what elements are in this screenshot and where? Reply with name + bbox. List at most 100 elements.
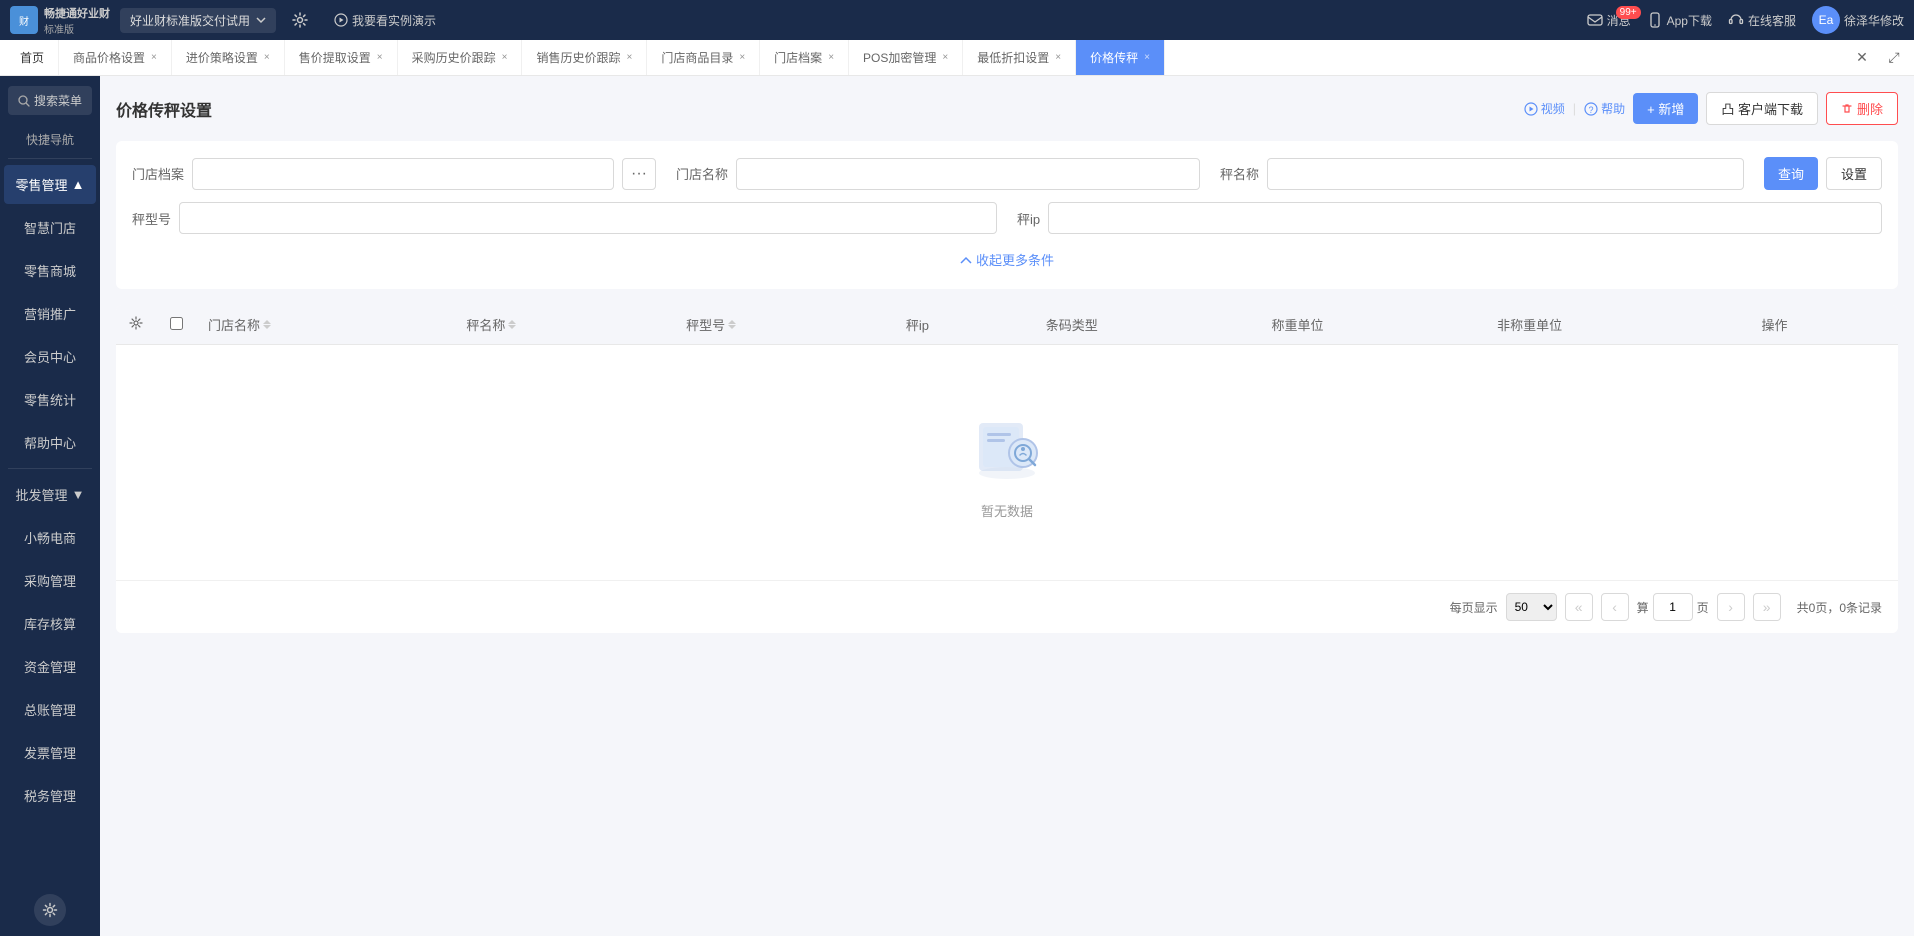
tab-close-sale-history[interactable]: × [626, 52, 632, 63]
tab-close-price-settings[interactable]: × [151, 52, 157, 63]
sidebar-item-retail[interactable]: 零售管理 ▲ [4, 165, 96, 204]
sidebar-item-help[interactable]: 帮助中心 [4, 423, 96, 462]
version-selector[interactable]: 好业财标准版交付试用 [120, 8, 276, 33]
first-page-button[interactable]: « [1565, 593, 1593, 621]
collapse-label: 收起更多条件 [976, 250, 1054, 269]
tab-price-settings[interactable]: 商品价格设置 × [59, 40, 172, 76]
video-button[interactable]: 视频 [1524, 100, 1565, 117]
tab-price-scale[interactable]: 价格传秤 × [1076, 40, 1165, 76]
settings-icon [42, 902, 58, 918]
empty-state: 暂无数据 [116, 345, 1898, 580]
store-file-input[interactable] [192, 158, 614, 190]
sidebar-item-retail-mall[interactable]: 零售商城 [4, 251, 96, 290]
select-all-checkbox[interactable] [170, 317, 183, 330]
tab-expand-button[interactable]: ⤢ [1880, 44, 1908, 72]
gear-icon [292, 12, 308, 28]
tab-close-price-scale[interactable]: × [1144, 52, 1150, 63]
tab-close-button[interactable]: ✕ [1848, 44, 1876, 72]
app-logo-icon: 财 [10, 6, 38, 34]
sidebar-item-retail-stats[interactable]: 零售统计 [4, 380, 96, 419]
sidebar-item-inventory[interactable]: 库存核算 [4, 604, 96, 643]
sidebar-item-ledger[interactable]: 总账管理 [4, 690, 96, 729]
chevron-up-icon [960, 256, 972, 264]
video-icon [1524, 102, 1538, 116]
tab-home[interactable]: 首页 [6, 40, 59, 76]
scale-ip-input[interactable] [1048, 202, 1882, 234]
tab-store-catalog[interactable]: 门店商品目录 × [647, 40, 760, 76]
sidebar-item-smart-store[interactable]: 智慧门店 [4, 208, 96, 247]
last-page-button[interactable]: » [1753, 593, 1781, 621]
add-button[interactable]: + 新增 [1633, 93, 1698, 124]
sidebar-item-purchase[interactable]: 采购管理 [4, 561, 96, 600]
tab-close-sale-extract[interactable]: × [377, 52, 383, 63]
pagination-bar: 每页显示 10 20 50 100 « ‹ 算 页 › » 共0页，0条记录 [116, 580, 1898, 633]
message-badge: 99+ [1616, 6, 1641, 19]
sort-scale-model[interactable]: 秤型号 [686, 315, 882, 334]
next-page-button[interactable]: › [1717, 593, 1745, 621]
page-title: 价格传秤设置 [116, 97, 212, 121]
sidebar-item-finance[interactable]: 资金管理 [4, 647, 96, 686]
app-download-button[interactable]: App下载 [1647, 12, 1712, 29]
store-file-dots-button[interactable]: ··· [622, 158, 656, 190]
sidebar-item-wholesale[interactable]: 批发管理 ▼ [4, 475, 96, 514]
sidebar-quick-nav[interactable]: 快捷导航 [0, 125, 100, 154]
th-scale-model: 秤型号 [674, 305, 894, 345]
sort-store-name[interactable]: 门店名称 [208, 315, 442, 334]
sidebar-gear-button[interactable] [34, 894, 66, 926]
scale-model-input[interactable] [179, 202, 997, 234]
delete-button[interactable]: 删除 [1826, 92, 1898, 125]
content-area: 价格传秤设置 视频 | ? 帮助 [100, 76, 1914, 936]
search-menu-button[interactable]: 搜索菜单 [8, 86, 92, 115]
tab-close-min-discount[interactable]: × [1055, 52, 1061, 63]
user-menu-button[interactable]: Ea 徐泽华修改 [1812, 6, 1904, 34]
message-button[interactable]: 消息 99+ [1587, 12, 1631, 29]
per-page-select[interactable]: 10 20 50 100 [1506, 593, 1557, 621]
retail-label: 零售管理 [16, 175, 68, 194]
video-label: 视频 [1541, 100, 1565, 117]
tab-pos-manage[interactable]: POS加密管理 × [849, 40, 963, 76]
wholesale-label: 批发管理 [16, 485, 68, 504]
tab-close-purchase-strategy[interactable]: × [264, 52, 270, 63]
main-layout: 搜索菜单 快捷导航 零售管理 ▲ 智慧门店 零售商城 营销推广 会员中心 零售统… [0, 76, 1914, 936]
tab-close-store-files[interactable]: × [828, 52, 834, 63]
page-number-input[interactable] [1653, 593, 1693, 621]
filter-row-1: 门店档案 ··· 门店名称 秤名称 查询 设置 [132, 157, 1882, 190]
sidebar-item-invoice[interactable]: 发票管理 [4, 733, 96, 772]
tab-close-pos-manage[interactable]: × [942, 52, 948, 63]
table-wrapper: 门店名称 秤名称 [116, 305, 1898, 345]
th-barcode-type: 条码类型 [1034, 305, 1260, 345]
mobile-icon [1647, 12, 1663, 28]
tab-store-files[interactable]: 门店档案 × [760, 40, 849, 76]
tab-sale-extract[interactable]: 售价提取设置 × [285, 40, 398, 76]
sort-scale-name[interactable]: 秤名称 [466, 315, 662, 334]
help-button[interactable]: ? 帮助 [1584, 100, 1625, 117]
sidebar-item-tax[interactable]: 税务管理 [4, 776, 96, 815]
scale-name-input[interactable] [1267, 158, 1744, 190]
online-service-button[interactable]: 在线客服 [1728, 12, 1796, 29]
scale-ip-label: 秤ip [1017, 209, 1040, 228]
sidebar-divider-2 [8, 468, 92, 469]
tab-close-store-catalog[interactable]: × [739, 52, 745, 63]
tab-purchase-history[interactable]: 采购历史价跟踪 × [398, 40, 523, 76]
delete-icon [1841, 103, 1853, 115]
column-settings-icon[interactable] [129, 316, 143, 330]
tab-close-purchase-history[interactable]: × [502, 52, 508, 63]
settings-button[interactable] [286, 6, 314, 34]
store-name-input[interactable] [736, 158, 1200, 190]
collapse-button[interactable]: 收起更多条件 [956, 246, 1058, 273]
tab-min-discount[interactable]: 最低折扣设置 × [963, 40, 1076, 76]
search-button[interactable]: 查询 [1764, 157, 1818, 190]
table-card: 门店名称 秤名称 [116, 305, 1898, 633]
sort-icon-scale [508, 320, 516, 329]
settings-filter-button[interactable]: 设置 [1826, 157, 1882, 190]
demo-button[interactable]: 我要看实例演示 [334, 12, 436, 29]
tab-purchase-strategy[interactable]: 进价策略设置 × [172, 40, 285, 76]
top-bar-right: 消息 99+ App下载 在线客服 Ea 徐泽华修改 [1587, 6, 1904, 34]
sidebar-item-ecommerce[interactable]: 小畅电商 [4, 518, 96, 557]
prev-page-button[interactable]: ‹ [1601, 593, 1629, 621]
sidebar-item-member[interactable]: 会员中心 [4, 337, 96, 376]
tab-sale-history[interactable]: 销售历史价跟踪 × [522, 40, 647, 76]
download-button[interactable]: 凸 客户端下载 [1706, 92, 1818, 125]
sidebar-item-marketing[interactable]: 营销推广 [4, 294, 96, 333]
filter-scale-model: 秤型号 [132, 202, 997, 234]
